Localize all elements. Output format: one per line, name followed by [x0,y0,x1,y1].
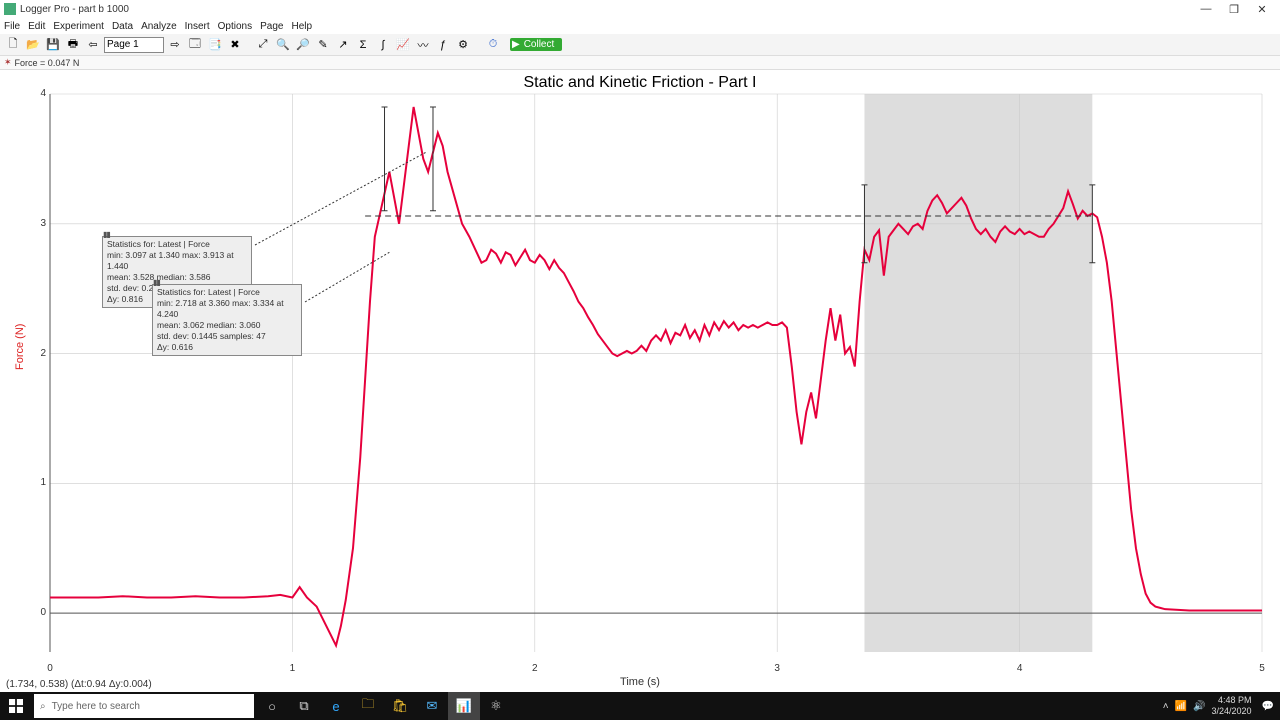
strikethrough-icon[interactable]: ✖ [226,36,244,54]
grip-icon[interactable]: ▮▮ [103,229,110,240]
close-button[interactable]: ✕ [1248,0,1276,18]
page-select[interactable] [104,37,164,53]
stats-line: std. dev: 0.1445 samples: 47 [157,331,297,342]
menu-file[interactable]: File [4,21,20,32]
examine-icon[interactable]: ✎ [314,36,332,54]
grip-icon[interactable]: ▮▮ [153,277,160,288]
integral-icon[interactable]: ∫ [374,36,392,54]
new-icon[interactable]: 🗋 [4,36,22,54]
xtick: 0 [47,663,53,674]
maximize-button[interactable]: ❐ [1220,0,1248,18]
mail-icon[interactable]: ✉ [416,692,448,720]
graph-area[interactable]: Static and Kinetic Friction - Part I For… [0,70,1280,692]
data-browser-icon[interactable]: 🗔 [186,36,204,54]
system-tray: ˄ 📶 🔊 4:48 PM 3/24/2020 💬 [1157,695,1280,717]
sensor-status: Force = 0.047 N [0,56,1280,70]
tray-up-icon[interactable]: ˄ [1163,701,1169,712]
xtick: 5 [1259,663,1265,674]
open-icon[interactable]: 📂 [24,36,42,54]
titlebar: Logger Pro - part b 1000 — ❐ ✕ [0,0,1280,18]
taskview-icon[interactable]: ⧉ [288,692,320,720]
autoscale-icon[interactable]: ⤢ [254,36,272,54]
clock[interactable]: 4:48 PM 3/24/2020 [1212,695,1256,717]
next-page-icon[interactable]: ⇨ [166,36,184,54]
menu-options[interactable]: Options [218,21,252,32]
stats-line: Δy: 0.616 [157,342,297,353]
minimize-button[interactable]: — [1192,0,1220,18]
clock-time: 4:48 PM [1212,695,1252,706]
loggerpro-taskbar-icon[interactable]: 📊 [448,692,480,720]
start-button[interactable] [0,692,32,720]
zoom-in-icon[interactable]: 🔍 [274,36,292,54]
menu-help[interactable]: Help [291,21,312,32]
menu-page[interactable]: Page [260,21,283,32]
prev-page-icon[interactable]: ⇦ [84,36,102,54]
window-title: Logger Pro - part b 1000 [20,4,1192,15]
stats-line: mean: 3.528 median: 3.586 [107,272,247,283]
linear-fit-icon[interactable]: 📈 [394,36,412,54]
tangent-icon[interactable]: ↗ [334,36,352,54]
ytick: 2 [34,348,46,359]
taskbar: ⌕ Type here to search ○ ⧉ e 🗀 🛍 ✉ 📊 ⚛ ˄ … [0,692,1280,720]
clock-date: 3/24/2020 [1212,706,1252,717]
menu-data[interactable]: Data [112,21,133,32]
model-icon[interactable]: ƒ [434,36,452,54]
xtick: 2 [532,663,538,674]
stats-line: min: 2.718 at 3.360 max: 3.334 at 4.240 [157,298,297,320]
ytick: 4 [34,88,46,99]
wifi-icon[interactable]: 📶 [1175,701,1187,712]
search-box[interactable]: ⌕ Type here to search [34,694,254,718]
app-icon [4,3,16,15]
stats-line: Statistics for: Latest | Force [107,239,247,250]
xtick: 4 [1017,663,1023,674]
collect-button[interactable]: Collect [510,38,562,51]
graph-options-icon[interactable]: ⚙ [454,36,472,54]
chart-svg[interactable] [0,70,1280,692]
print-icon[interactable]: 🖶 [64,36,82,54]
menu-analyze[interactable]: Analyze [141,21,177,32]
explorer-icon[interactable]: 🗀 [352,692,384,720]
coord-readout: (1.734, 0.538) (Δt:0.94 Δy:0.004) [6,679,152,690]
search-placeholder: Type here to search [52,701,140,712]
menubar: File Edit Experiment Data Analyze Insert… [0,18,1280,34]
notifications-icon[interactable]: 💬 [1262,701,1274,712]
data-collection-icon[interactable]: ⏱ [484,36,502,54]
xtick: 3 [774,663,780,674]
ytick: 1 [34,477,46,488]
save-icon[interactable]: 💾 [44,36,62,54]
volume-icon[interactable]: 🔊 [1193,701,1205,712]
zoom-out-icon[interactable]: 🔎 [294,36,312,54]
menu-experiment[interactable]: Experiment [53,21,104,32]
search-icon: ⌕ [40,701,46,712]
edge-icon[interactable]: e [320,692,352,720]
store-run-icon[interactable]: 📑 [206,36,224,54]
xtick: 1 [290,663,296,674]
store-icon[interactable]: 🛍 [384,692,416,720]
cortana-icon[interactable]: ○ [256,692,288,720]
app-icon[interactable]: ⚛ [480,692,512,720]
ytick: 0 [34,607,46,618]
menu-edit[interactable]: Edit [28,21,45,32]
toolbar: 🗋 📂 💾 🖶 ⇦ ⇨ 🗔 📑 ✖ ⤢ 🔍 🔎 ✎ ↗ Σ ∫ 📈 〰 ƒ ⚙ … [0,34,1280,56]
ytick: 3 [34,218,46,229]
stats-line: Statistics for: Latest | Force [157,287,297,298]
curve-fit-icon[interactable]: 〰 [414,36,432,54]
menu-insert[interactable]: Insert [185,21,210,32]
windows-icon [9,699,23,713]
stats-line: min: 3.097 at 1.340 max: 3.913 at 1.440 [107,250,247,272]
stats-line: mean: 3.062 median: 3.060 [157,320,297,331]
stats-icon[interactable]: Σ [354,36,372,54]
stats-box-2[interactable]: ▮▮ Statistics for: Latest | Force min: 2… [152,284,302,356]
